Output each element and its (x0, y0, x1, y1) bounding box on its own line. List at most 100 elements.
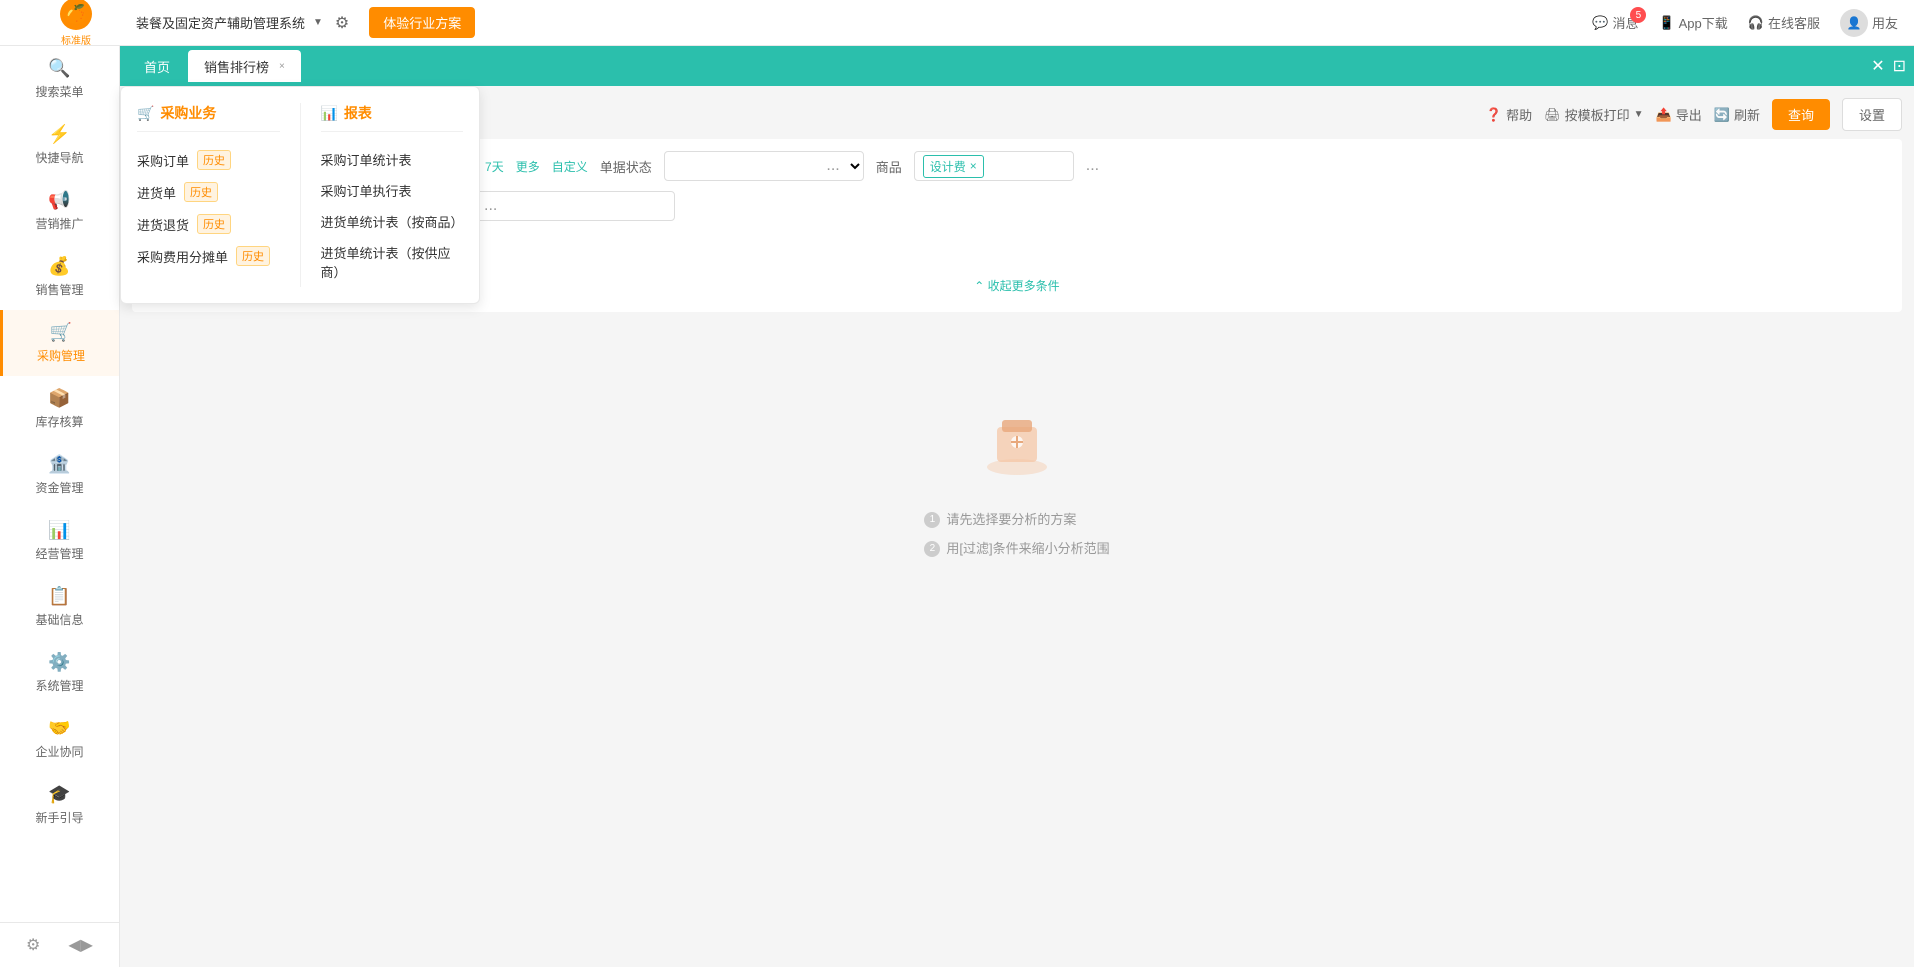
history-tag-1[interactable]: 历史 (184, 182, 218, 202)
menu-item-purchase-order-exec[interactable]: 采购订单执行表 (321, 175, 464, 206)
logo-text: 标准版 (61, 32, 91, 47)
quicknav-icon: ⚡ (48, 124, 70, 145)
sidebar-item-search[interactable]: 🔍 搜索菜单 (0, 46, 119, 112)
cooperation-icon: 🤝 (48, 718, 70, 739)
online-service-button[interactable]: 🎧 在线客服 (1748, 13, 1820, 32)
bill-status-select-wrap: ... (664, 151, 864, 181)
purchase-dropdown-menu: 🛒 采购业务 采购订单 历史 进货单 历史 进货退货 历史 采购费用分摊单 历史… (120, 86, 480, 304)
goods-tag: 设计费 × (923, 155, 984, 178)
menu-item-inbound-stats-supplier[interactable]: 进货单统计表（按供应商） (321, 237, 464, 287)
goods-label: 商品 (876, 157, 902, 176)
guide-icon: 🎓 (48, 784, 70, 805)
sidebar-item-marketing[interactable]: 📢 营销推广 (0, 178, 119, 244)
export-button[interactable]: 📤 导出 (1656, 105, 1702, 124)
purchase-business-section: 🛒 采购业务 采购订单 历史 进货单 历史 进货退货 历史 采购费用分摊单 历史 (137, 103, 280, 287)
goods-input-wrap: 设计费 × (914, 151, 1074, 181)
sidebar-item-capital[interactable]: 🏦 资金管理 (0, 442, 119, 508)
salesman-input[interactable]: ... (475, 191, 675, 221)
print-dropdown-arrow[interactable]: ▼ (1634, 109, 1644, 120)
message-icon: 💬 (1592, 15, 1608, 31)
menu-item-inbound[interactable]: 进货单 历史 (137, 176, 280, 208)
settings-icon[interactable]: ⚙ (335, 13, 349, 33)
settings-bottom-icon[interactable]: ⚙ (26, 935, 40, 955)
logo-icon: 🍊 (60, 0, 92, 30)
top-bar: 🍊 标准版 装餐及固定资产辅助管理系统 ▼ ⚙ 体验行业方案 💬 消息 5 📱 … (0, 0, 1914, 46)
sidebar-item-guide[interactable]: 🎓 新手引导 (0, 772, 119, 838)
sidebar: 🔍 搜索菜单 ⚡ 快捷导航 📢 营销推广 💰 销售管理 🛒 采购管理 📦 库存核… (0, 46, 120, 967)
basicinfo-icon: 📋 (48, 586, 70, 607)
sidebar-item-sales[interactable]: 💰 销售管理 (0, 244, 119, 310)
operations-icon: 📊 (48, 520, 70, 541)
history-tag-0[interactable]: 历史 (197, 150, 231, 170)
export-icon: 📤 (1656, 107, 1672, 123)
tab-home[interactable]: 首页 (128, 50, 186, 82)
capital-icon: 🏦 (48, 454, 70, 475)
history-tag-3[interactable]: 历史 (236, 246, 270, 266)
print-button[interactable]: 🖨 按模板打印 ▼ (1544, 105, 1643, 124)
sidebar-item-cooperation[interactable]: 🤝 企业协同 (0, 706, 119, 772)
industry-button[interactable]: 体验行业方案 (369, 7, 475, 38)
date-7days-btn[interactable]: 7天 (485, 158, 504, 175)
menu-item-expense[interactable]: 采购费用分摊单 历史 (137, 240, 280, 272)
message-badge: 5 (1630, 7, 1646, 23)
menu-item-purchase-order[interactable]: 采购订单 历史 (137, 144, 280, 176)
logo-area: 🍊 标准版 (16, 0, 136, 47)
sidebar-item-system[interactable]: ⚙️ 系统管理 (0, 640, 119, 706)
user-menu[interactable]: 👤 用友 (1840, 9, 1898, 37)
refresh-button[interactable]: 🔄 刷新 (1714, 105, 1760, 124)
menu-divider (300, 103, 301, 287)
history-tag-2[interactable]: 历史 (197, 214, 231, 234)
sales-icon: 💰 (48, 256, 70, 277)
report-section-title: 📊 报表 (321, 103, 464, 132)
sidebar-item-quick-nav[interactable]: ⚡ 快捷导航 (0, 112, 119, 178)
messages-button[interactable]: 💬 消息 5 (1592, 13, 1638, 32)
menu-item-return[interactable]: 进货退货 历史 (137, 208, 280, 240)
tab-actions: ✕ ⊡ (1871, 56, 1906, 76)
phone-icon: 📱 (1658, 15, 1674, 31)
sidebar-item-operations[interactable]: 📊 经营管理 (0, 508, 119, 574)
date-custom-btn[interactable]: 自定义 (552, 158, 588, 175)
help-button[interactable]: ❓ 帮助 (1486, 105, 1532, 124)
empty-state: 1 请先选择要分析的方案 2 用[过滤]条件来缩小分析范围 (132, 312, 1902, 641)
goods-dots[interactable]: ... (1086, 157, 1099, 175)
system-title: 装餐及固定资产辅助管理系统 ▼ ⚙ 体验行业方案 (136, 7, 1592, 38)
app-download-button[interactable]: 📱 App下载 (1658, 13, 1727, 32)
headset-icon: 🎧 (1748, 15, 1764, 31)
system-dropdown-arrow[interactable]: ▼ (313, 17, 323, 28)
help-icon: ❓ (1486, 107, 1502, 123)
report-section-icon: 📊 (321, 105, 338, 122)
sidebar-item-inventory[interactable]: 📦 库存核算 (0, 376, 119, 442)
salesman-dots[interactable]: ... (484, 197, 497, 215)
marketing-icon: 📢 (48, 190, 70, 211)
bill-status-label: 单据状态 (600, 157, 652, 176)
top-right: 💬 消息 5 📱 App下载 🎧 在线客服 👤 用友 (1592, 9, 1898, 37)
purchase-section-title: 🛒 采购业务 (137, 103, 280, 132)
tab-close-icon[interactable]: × (279, 61, 285, 72)
restore-window-icon[interactable]: ⊡ (1893, 56, 1906, 76)
sidebar-item-basic-info[interactable]: 📋 基础信息 (0, 574, 119, 640)
avatar: 👤 (1840, 9, 1868, 37)
tab-bar: 首页 销售排行榜 × ✕ ⊡ (120, 46, 1914, 86)
sidebar-bottom: ⚙ ◀▶ (0, 922, 119, 967)
bill-status-dots[interactable]: ... (826, 157, 839, 175)
search-icon: 🔍 (48, 58, 70, 79)
report-section: 📊 报表 采购订单统计表 采购订单执行表 进货单统计表（按商品） 进货单统计表（… (321, 103, 464, 287)
system-name: 装餐及固定资产辅助管理系统 (136, 13, 305, 32)
settings-panel-button[interactable]: 设置 (1842, 98, 1902, 131)
inventory-icon: 📦 (48, 388, 70, 409)
print-icon: 🖨 (1544, 107, 1561, 123)
menu-item-inbound-stats-goods[interactable]: 进货单统计表（按商品） (321, 206, 464, 237)
collapse-sidebar-icon[interactable]: ◀▶ (68, 935, 93, 955)
tab-sales-ranking[interactable]: 销售排行榜 × (188, 50, 301, 82)
goods-tag-remove[interactable]: × (970, 159, 977, 173)
empty-illustration (967, 392, 1067, 492)
close-window-icon[interactable]: ✕ (1871, 56, 1884, 76)
system-icon: ⚙️ (48, 652, 70, 673)
query-button[interactable]: 查询 (1772, 99, 1830, 130)
menu-item-purchase-order-stats[interactable]: 采购订单统计表 (321, 144, 464, 175)
purchase-section-icon: 🛒 (137, 105, 154, 122)
date-more-btn[interactable]: 更多 (516, 158, 540, 175)
sidebar-item-purchase[interactable]: 🛒 采购管理 (0, 310, 119, 376)
purchase-icon: 🛒 (50, 322, 72, 343)
empty-text: 1 请先选择要分析的方案 2 用[过滤]条件来缩小分析范围 (924, 508, 1109, 561)
